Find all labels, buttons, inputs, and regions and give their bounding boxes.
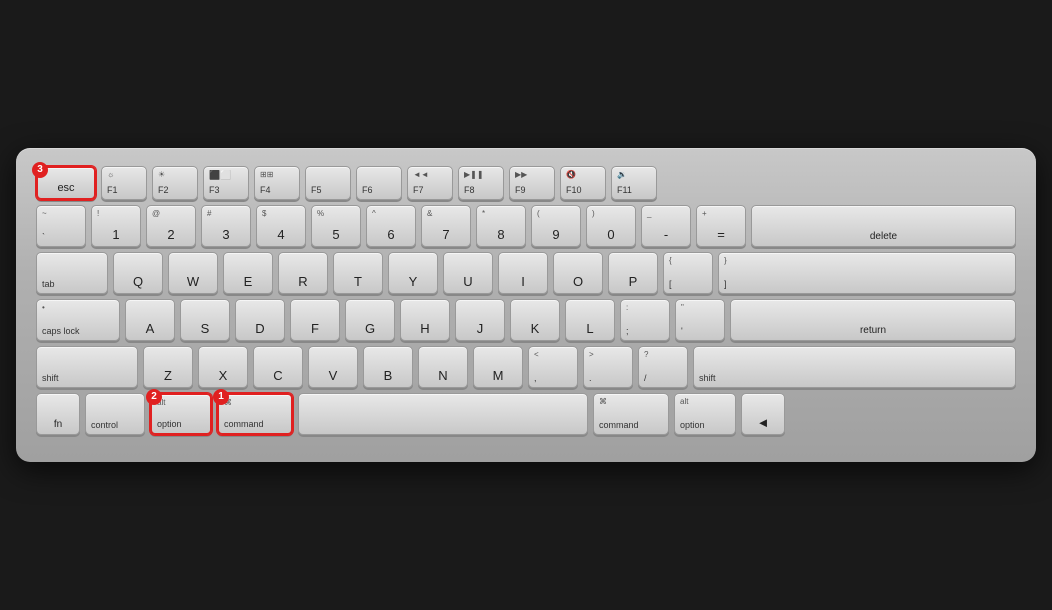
key-6[interactable]: ^ 6 bbox=[366, 205, 416, 247]
key-t[interactable]: T bbox=[333, 252, 383, 294]
key-period[interactable]: > . bbox=[583, 346, 633, 388]
badge-3: 3 bbox=[32, 162, 48, 178]
key-l[interactable]: L bbox=[565, 299, 615, 341]
key-5[interactable]: % 5 bbox=[311, 205, 361, 247]
key-f6[interactable]: F6 bbox=[356, 166, 402, 200]
key-option-left[interactable]: 2 alt option bbox=[150, 393, 212, 435]
key-n[interactable]: N bbox=[418, 346, 468, 388]
key-space[interactable] bbox=[298, 393, 588, 435]
bottom-row: fn control 2 alt option 1 ⌘ command ⌘ co… bbox=[36, 393, 1016, 435]
key-control[interactable]: control bbox=[85, 393, 145, 435]
key-d[interactable]: D bbox=[235, 299, 285, 341]
key-comma[interactable]: < , bbox=[528, 346, 578, 388]
key-f1[interactable]: ☼ F1 bbox=[101, 166, 147, 200]
key-g[interactable]: G bbox=[345, 299, 395, 341]
key-left-arrow[interactable]: ◄ bbox=[741, 393, 785, 435]
key-f10[interactable]: 🔇 F10 bbox=[560, 166, 606, 200]
key-f2[interactable]: ☀ F2 bbox=[152, 166, 198, 200]
keyboard: 3 esc ☼ F1 ☀ F2 ⬛⬜ F3 ⊞⊞ F4 F5 F6 ◄◄ F7 bbox=[16, 148, 1036, 462]
key-command-left[interactable]: 1 ⌘ command bbox=[217, 393, 293, 435]
badge-1: 1 bbox=[213, 389, 229, 405]
key-p[interactable]: P bbox=[608, 252, 658, 294]
key-f9[interactable]: ▶▶ F9 bbox=[509, 166, 555, 200]
key-b[interactable]: B bbox=[363, 346, 413, 388]
badge-2: 2 bbox=[146, 389, 162, 405]
key-f3[interactable]: ⬛⬜ F3 bbox=[203, 166, 249, 200]
key-f8[interactable]: ▶❚❚ F8 bbox=[458, 166, 504, 200]
key-k[interactable]: K bbox=[510, 299, 560, 341]
key-7[interactable]: & 7 bbox=[421, 205, 471, 247]
key-z[interactable]: Z bbox=[143, 346, 193, 388]
key-h[interactable]: H bbox=[400, 299, 450, 341]
key-i[interactable]: I bbox=[498, 252, 548, 294]
key-lshift[interactable]: shift bbox=[36, 346, 138, 388]
fn-row: 3 esc ☼ F1 ☀ F2 ⬛⬜ F3 ⊞⊞ F4 F5 F6 ◄◄ F7 bbox=[36, 166, 1016, 200]
key-q[interactable]: Q bbox=[113, 252, 163, 294]
key-f[interactable]: F bbox=[290, 299, 340, 341]
key-delete[interactable]: delete bbox=[751, 205, 1016, 247]
key-f11[interactable]: 🔉 F11 bbox=[611, 166, 657, 200]
q-row: tab Q W E R T Y U I O P { [ } ] bbox=[36, 252, 1016, 294]
key-fn[interactable]: fn bbox=[36, 393, 80, 435]
key-x[interactable]: X bbox=[198, 346, 248, 388]
key-c[interactable]: C bbox=[253, 346, 303, 388]
key-j[interactable]: J bbox=[455, 299, 505, 341]
key-r[interactable]: R bbox=[278, 252, 328, 294]
key-2[interactable]: @ 2 bbox=[146, 205, 196, 247]
key-o[interactable]: O bbox=[553, 252, 603, 294]
key-lbracket[interactable]: { [ bbox=[663, 252, 713, 294]
key-tilde[interactable]: ~ ` bbox=[36, 205, 86, 247]
key-command-right[interactable]: ⌘ command bbox=[593, 393, 669, 435]
key-v[interactable]: V bbox=[308, 346, 358, 388]
key-quote[interactable]: " ' bbox=[675, 299, 725, 341]
a-row: • caps lock A S D F G H J K L : ; " ' re… bbox=[36, 299, 1016, 341]
key-equal[interactable]: + = bbox=[696, 205, 746, 247]
key-caps[interactable]: • caps lock bbox=[36, 299, 120, 341]
key-option-right[interactable]: alt option bbox=[674, 393, 736, 435]
key-a[interactable]: A bbox=[125, 299, 175, 341]
key-slash[interactable]: ? / bbox=[638, 346, 688, 388]
key-u[interactable]: U bbox=[443, 252, 493, 294]
key-tab[interactable]: tab bbox=[36, 252, 108, 294]
key-return[interactable]: return bbox=[730, 299, 1016, 341]
key-0[interactable]: ) 0 bbox=[586, 205, 636, 247]
key-y[interactable]: Y bbox=[388, 252, 438, 294]
key-f5[interactable]: F5 bbox=[305, 166, 351, 200]
key-rshift[interactable]: shift bbox=[693, 346, 1016, 388]
key-m[interactable]: M bbox=[473, 346, 523, 388]
number-row: ~ ` ! 1 @ 2 # 3 $ 4 % 5 ^ 6 & 7 bbox=[36, 205, 1016, 247]
key-f4[interactable]: ⊞⊞ F4 bbox=[254, 166, 300, 200]
key-1[interactable]: ! 1 bbox=[91, 205, 141, 247]
key-f7[interactable]: ◄◄ F7 bbox=[407, 166, 453, 200]
key-s[interactable]: S bbox=[180, 299, 230, 341]
key-9[interactable]: ( 9 bbox=[531, 205, 581, 247]
key-semicolon[interactable]: : ; bbox=[620, 299, 670, 341]
key-3[interactable]: # 3 bbox=[201, 205, 251, 247]
key-w[interactable]: W bbox=[168, 252, 218, 294]
key-minus[interactable]: _ - bbox=[641, 205, 691, 247]
z-row: shift Z X C V B N M < , > . ? / shift bbox=[36, 346, 1016, 388]
key-e[interactable]: E bbox=[223, 252, 273, 294]
key-8[interactable]: * 8 bbox=[476, 205, 526, 247]
key-esc[interactable]: 3 esc bbox=[36, 166, 96, 200]
key-4[interactable]: $ 4 bbox=[256, 205, 306, 247]
key-rbracket[interactable]: } ] bbox=[718, 252, 1016, 294]
